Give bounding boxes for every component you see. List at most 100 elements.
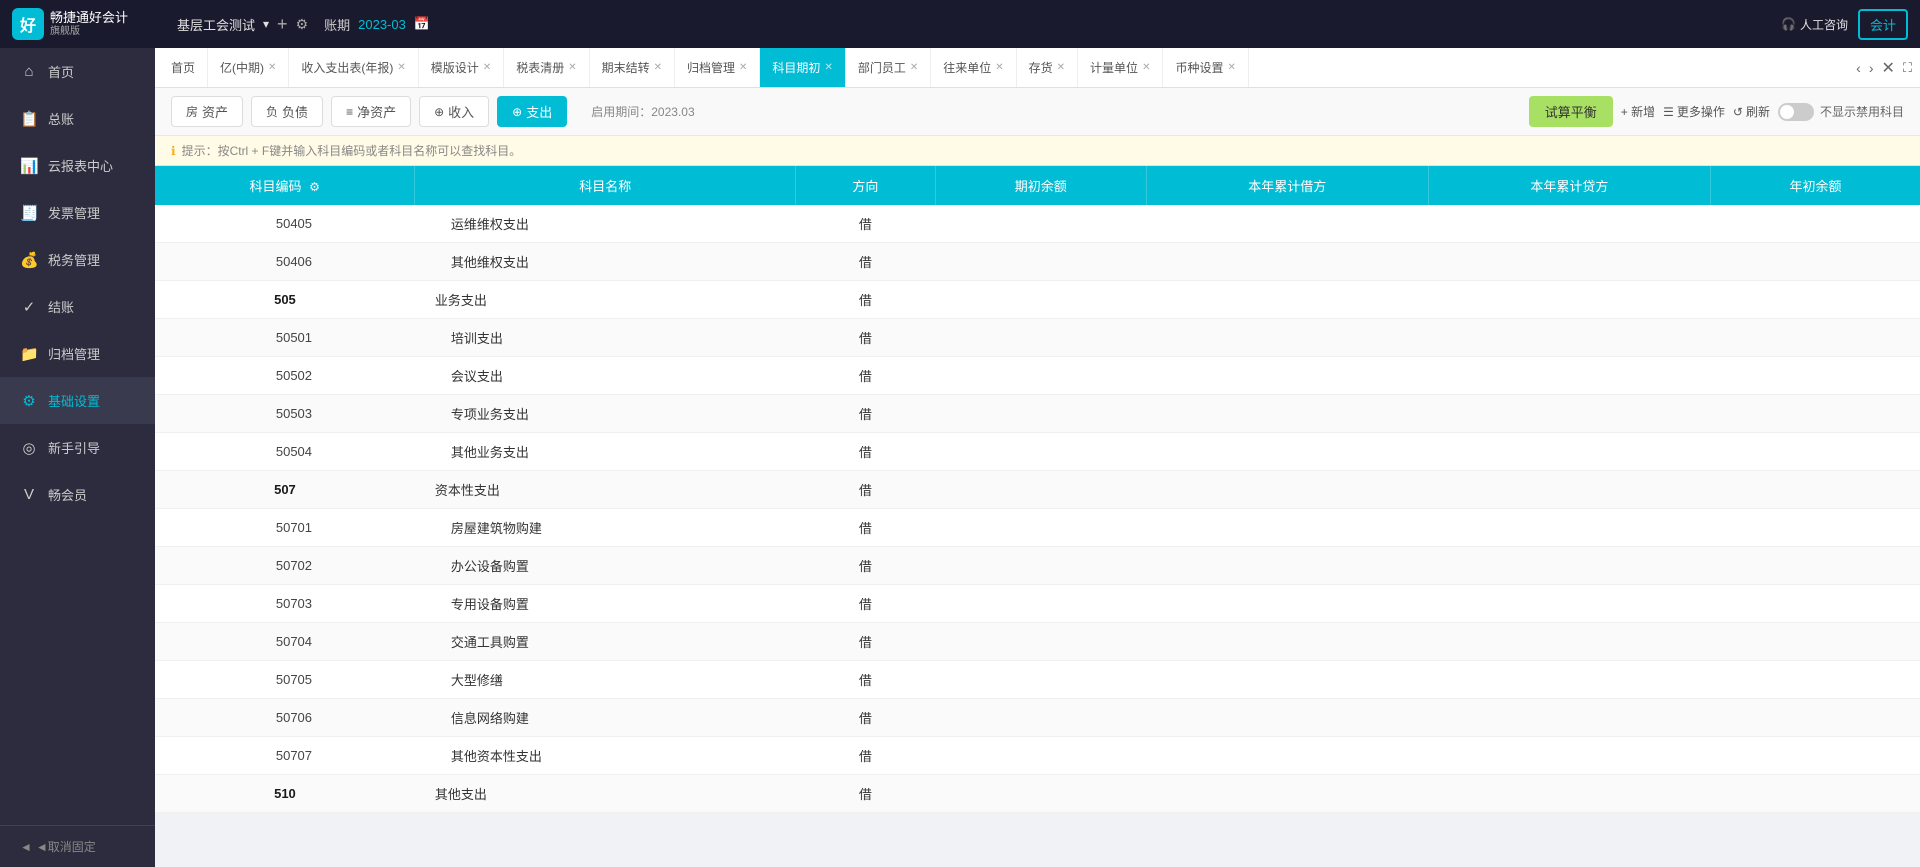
table-row[interactable]: 50705 大型修缮 借: [155, 661, 1920, 699]
table-row[interactable]: 50501 培训支出 借: [155, 319, 1920, 357]
sidebar-item-archive[interactable]: 📁 归档管理: [0, 330, 155, 377]
sidebar-item-tax[interactable]: 💰 税务管理: [0, 236, 155, 283]
sub-tab-icon-expense: ⊕: [512, 105, 522, 119]
table-row[interactable]: 50502 会议支出 借: [155, 357, 1920, 395]
table-row[interactable]: 507 资本性支出 借: [155, 471, 1920, 509]
more-button[interactable]: ☰ 更多操作: [1663, 103, 1725, 120]
calendar-icon[interactable]: 📅: [414, 16, 430, 32]
sidebar-item-settlement[interactable]: ✓ 结账: [0, 283, 155, 330]
table-row[interactable]: 50707 其他资本性支出 借: [155, 737, 1920, 775]
table-row[interactable]: 50406 其他维权支出 借: [155, 243, 1920, 281]
add-button[interactable]: + 新增: [1621, 103, 1655, 120]
table-row[interactable]: 505 业务支出 借: [155, 281, 1920, 319]
table-row[interactable]: 50701 房屋建筑物购建 借: [155, 509, 1920, 547]
add-company-btn[interactable]: +: [277, 14, 288, 35]
sidebar-item-ledger[interactable]: 📋 总账: [0, 95, 155, 142]
sub-tab-net_asset[interactable]: ≡ 净资产: [331, 96, 411, 127]
tab-period_end[interactable]: 期末结转 ✕: [590, 48, 675, 87]
tab-scroll-left[interactable]: ‹: [1852, 60, 1865, 76]
table-row[interactable]: 50504 其他业务支出 借: [155, 433, 1920, 471]
cell-opening: [935, 699, 1146, 737]
toggle-knob: [1780, 105, 1794, 119]
cell-ytd-debit: [1146, 281, 1428, 319]
tab-tax[interactable]: 税表清册 ✕: [504, 48, 589, 87]
tab-currency[interactable]: 币种设置 ✕: [1163, 48, 1248, 87]
support-button[interactable]: 🎧 人工咨询: [1781, 16, 1848, 33]
tab-close-period_end[interactable]: ✕: [654, 62, 662, 73]
tab-subject_period[interactable]: 科目期初 ✕: [760, 48, 845, 87]
cell-year-opening: [1710, 471, 1920, 509]
tab-close-all[interactable]: ✕: [1877, 58, 1898, 78]
cell-ytd-credit: [1428, 433, 1710, 471]
sidebar-item-home[interactable]: ⌂ 首页: [0, 48, 155, 95]
tab-template[interactable]: 模版设计 ✕: [419, 48, 504, 87]
tab-close-income[interactable]: ✕: [397, 62, 405, 73]
refresh-button[interactable]: ↺ 刷新: [1733, 103, 1770, 120]
tab-scroll-right[interactable]: ›: [1865, 60, 1878, 76]
cell-code: 50504: [155, 433, 415, 471]
tab-close-unit[interactable]: ✕: [1142, 62, 1150, 73]
toolbar-right: 试算平衡 + 新增 ☰ 更多操作 ↺ 刷新 不显示禁用科目: [1529, 96, 1904, 127]
tab-counterpart[interactable]: 往来单位 ✕: [931, 48, 1016, 87]
sidebar-label-member: 畅会员: [48, 485, 87, 504]
tab-inventory[interactable]: 存货 ✕: [1017, 48, 1078, 87]
tab-close-tax[interactable]: ✕: [568, 62, 576, 73]
accounting-mode-button[interactable]: 会计: [1858, 9, 1908, 40]
settings-icon[interactable]: ⚙: [296, 16, 309, 33]
table-row[interactable]: 510 其他支出 借: [155, 775, 1920, 813]
table-row[interactable]: 50702 办公设备购置 借: [155, 547, 1920, 585]
sidebar-item-member[interactable]: V 畅会员: [0, 471, 155, 518]
table-container: 科目编码 ⚙ 科目名称 方向 期初余额 本年累计借方 本年累计贷方 年初余额 5…: [155, 166, 1920, 867]
tab-expand[interactable]: ⛶: [1899, 60, 1916, 76]
table-row[interactable]: 50704 交通工具购置 借: [155, 623, 1920, 661]
sub-tab-expense[interactable]: ⊕ 支出: [497, 96, 567, 127]
cell-ytd-credit: [1428, 395, 1710, 433]
tab-close-subject_period[interactable]: ✕: [824, 62, 832, 73]
cell-code: 50705: [155, 661, 415, 699]
tab-close-template[interactable]: ✕: [483, 62, 491, 73]
cell-code: 50703: [155, 585, 415, 623]
tab-close-counterpart[interactable]: ✕: [995, 62, 1003, 73]
cell-ytd-credit: [1428, 205, 1710, 243]
table-row[interactable]: 50503 专项业务支出 借: [155, 395, 1920, 433]
table-row[interactable]: 50405 运维维权支出 借: [155, 205, 1920, 243]
col-ytd-debit: 本年累计借方: [1146, 166, 1428, 205]
sub-tab-label-income2: 收入: [448, 102, 474, 121]
sidebar-item-reports[interactable]: 📊 云报表中心: [0, 142, 155, 189]
headset-icon: 🎧: [1781, 17, 1796, 31]
sidebar-icon-reports: 📊: [20, 157, 38, 175]
tab-department[interactable]: 部门员工 ✕: [846, 48, 931, 87]
table-row[interactable]: 50703 专用设备购置 借: [155, 585, 1920, 623]
sub-tab-income2[interactable]: ⊕ 收入: [419, 96, 489, 127]
col-settings-icon[interactable]: ⚙: [309, 180, 320, 194]
tab-close-department[interactable]: ✕: [910, 62, 918, 73]
table-row[interactable]: 50706 信息网络购建 借: [155, 699, 1920, 737]
sub-tab-liability[interactable]: 负 负债: [251, 96, 323, 127]
sub-tab-asset[interactable]: 房 资产: [171, 96, 243, 127]
tab-close-archive[interactable]: ✕: [739, 62, 747, 73]
refresh-icon: ↺: [1733, 105, 1743, 119]
tab-home[interactable]: 首页: [159, 48, 208, 87]
tab-balance_mid[interactable]: 亿(中期) ✕: [208, 48, 289, 87]
tab-close-inventory[interactable]: ✕: [1057, 62, 1065, 73]
tab-archive[interactable]: 归档管理 ✕: [675, 48, 760, 87]
tab-unit[interactable]: 计量单位 ✕: [1078, 48, 1163, 87]
sidebar-item-invoice[interactable]: 🧾 发票管理: [0, 189, 155, 236]
hint-icon: ℹ: [171, 144, 176, 158]
col-year-opening: 年初余额: [1710, 166, 1920, 205]
sidebar-collapse-btn[interactable]: ◄ ◄取消固定: [0, 825, 155, 867]
disabled-toggle[interactable]: [1778, 103, 1814, 121]
cell-ytd-debit: [1146, 775, 1428, 813]
cell-year-opening: [1710, 509, 1920, 547]
company-dropdown[interactable]: ▾: [263, 17, 269, 31]
sidebar-item-guide[interactable]: ◎ 新手引导: [0, 424, 155, 471]
sidebar-item-settings[interactable]: ⚙ 基础设置: [0, 377, 155, 424]
cell-ytd-debit: [1146, 433, 1428, 471]
tab-close-currency[interactable]: ✕: [1227, 62, 1235, 73]
tab-income[interactable]: 收入支出表(年报) ✕: [289, 48, 418, 87]
tab-label-archive: 归档管理: [687, 59, 735, 76]
tab-close-balance_mid[interactable]: ✕: [268, 62, 276, 73]
cell-name: 其他资本性支出: [415, 737, 796, 775]
hint-text: 提示：按Ctrl + F键并输入科目编码或者科目名称可以查找科目。: [182, 142, 522, 159]
balance-button[interactable]: 试算平衡: [1529, 96, 1613, 127]
